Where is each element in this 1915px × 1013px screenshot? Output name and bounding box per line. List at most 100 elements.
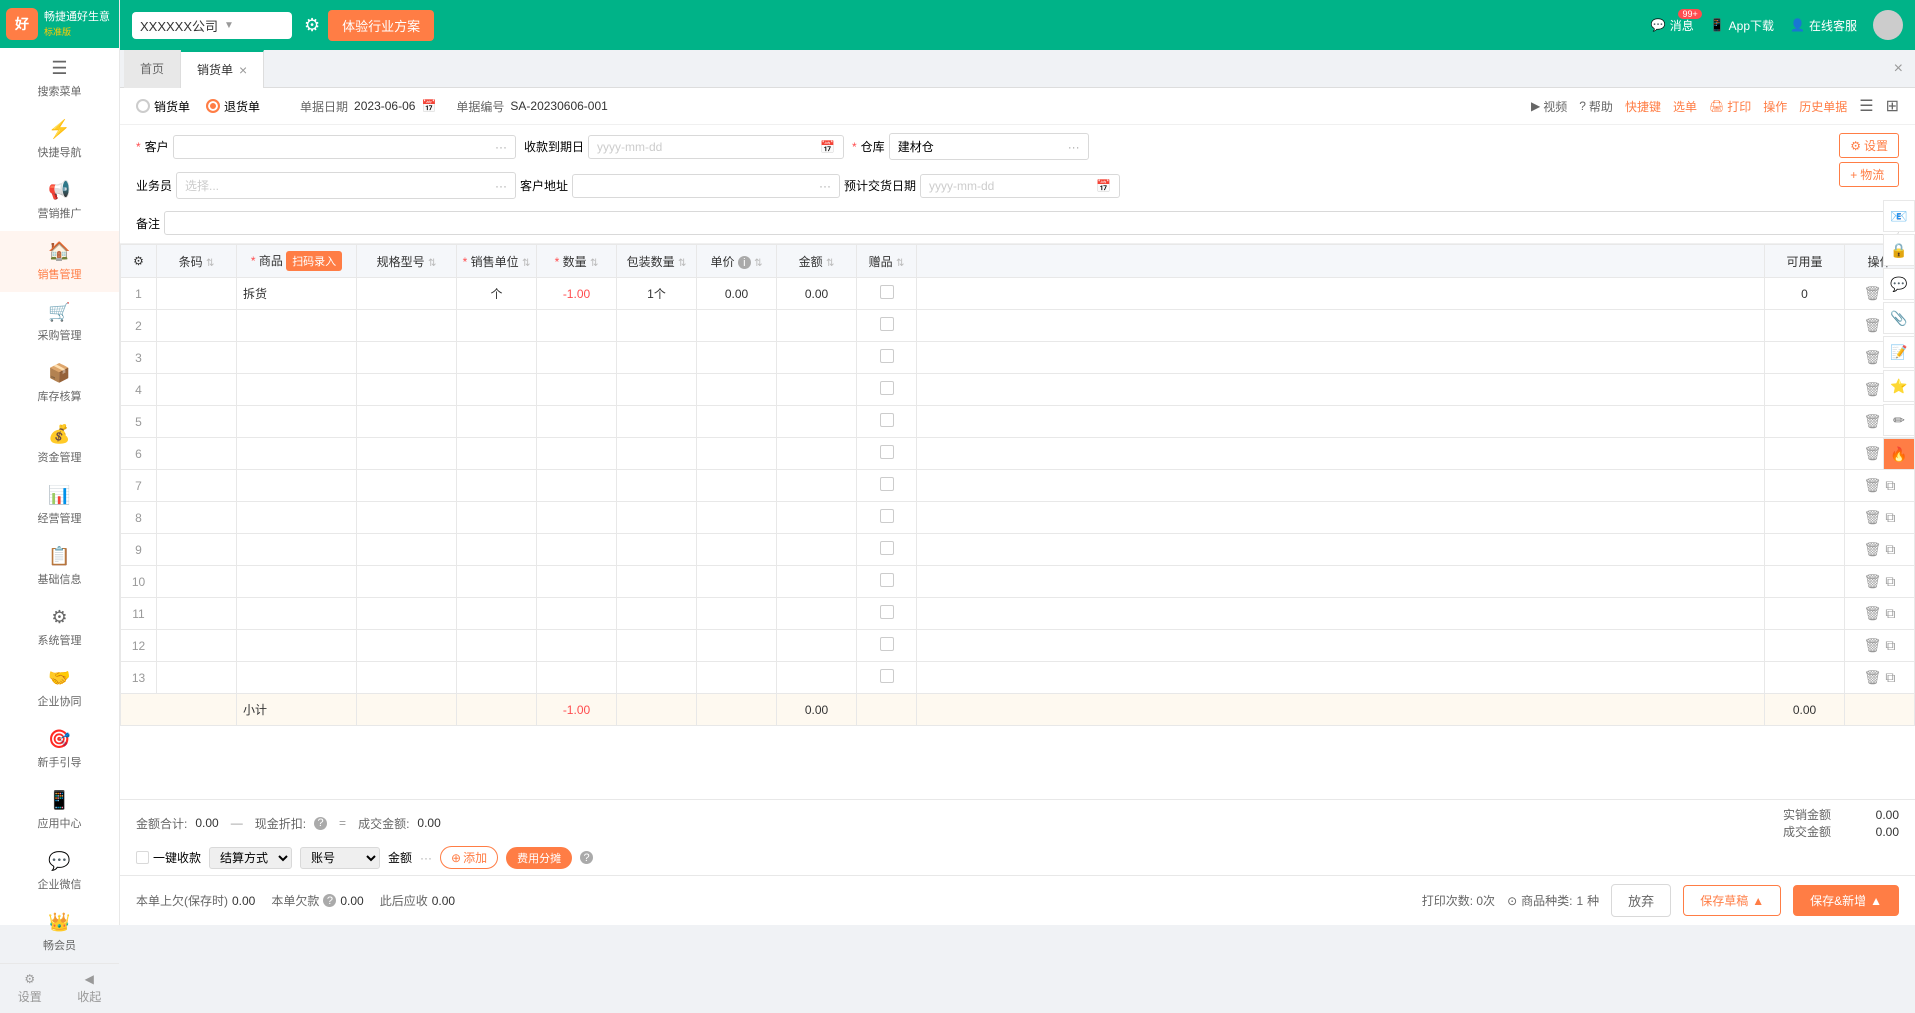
add-payment-button[interactable]: ⊕ 添加 (440, 846, 498, 869)
one-click-payment-checkbox[interactable]: 一键收款 (136, 849, 201, 866)
company-selector[interactable]: XXXXXX公司 ▼ (132, 12, 292, 39)
th-product[interactable]: * 商品 扫码录入 (237, 245, 357, 278)
sidebar-item-basic-info[interactable]: 📋 基础信息 (0, 536, 119, 597)
sidebar-item-sales[interactable]: 🏠 销售管理 (0, 231, 119, 292)
cell-product-1[interactable]: 拆货 (237, 278, 357, 310)
date-calendar-icon[interactable]: 📅 (421, 99, 436, 113)
delete-icon-9[interactable]: 🗑 (1864, 541, 1882, 558)
sidebar-item-business[interactable]: 📊 经营管理 (0, 475, 119, 536)
action-shortcut[interactable]: 快捷键 (1625, 98, 1661, 115)
float-attachment-btn[interactable]: 📎 (1883, 302, 1915, 334)
user-avatar[interactable] (1873, 10, 1903, 40)
th-gift[interactable]: 赠品 ⇅ (857, 245, 917, 278)
delete-icon-8[interactable]: 🗑 (1864, 509, 1882, 526)
radio-return-order[interactable]: 退货单 (206, 98, 260, 115)
scan-btn[interactable]: 扫码录入 (286, 251, 342, 271)
warehouse-input[interactable]: 建材仓 ··· (889, 133, 1089, 160)
delete-icon-12[interactable]: 🗑 (1864, 637, 1882, 654)
delete-icon-7[interactable]: 🗑 (1864, 477, 1882, 494)
view-toggle-list[interactable]: ☰ (1859, 96, 1873, 116)
cell-unit-1[interactable]: 个 (457, 278, 537, 310)
tab-close-icon[interactable]: × (239, 62, 247, 78)
sidebar-item-member[interactable]: 👑 畅会员 (0, 902, 119, 963)
float-hot-btn[interactable]: 🔥 (1883, 438, 1915, 470)
delete-icon-1[interactable]: 🗑 (1864, 285, 1882, 302)
expense-allocation-button[interactable]: 费用分摊 (506, 847, 572, 869)
th-qty[interactable]: * 数量 ⇅ (537, 245, 617, 278)
cell-pkgqty-1[interactable]: 1个 (617, 278, 697, 310)
payment-dots[interactable]: ··· (420, 851, 432, 865)
header-settings-icon[interactable]: ⚙ (304, 15, 320, 36)
th-unit[interactable]: * 销售单位 ⇅ (457, 245, 537, 278)
delete-icon-5[interactable]: 🗑 (1864, 413, 1882, 430)
customer-dots-icon[interactable]: ··· (495, 140, 507, 154)
float-note-btn[interactable]: 📝 (1883, 336, 1915, 368)
copy-icon-12[interactable]: ⧉ (1885, 637, 1895, 654)
delete-icon-6[interactable]: 🗑 (1864, 445, 1882, 462)
action-help[interactable]: ? 帮助 (1579, 98, 1613, 115)
sidebar-item-app-center[interactable]: 📱 应用中心 (0, 780, 119, 841)
sidebar-item-guide[interactable]: 🎯 新手引导 (0, 719, 119, 780)
online-service-btn[interactable]: 👤 在线客服 (1790, 17, 1857, 34)
close-all-tabs-icon[interactable]: × (1886, 60, 1911, 78)
float-star-btn[interactable]: ⭐ (1883, 370, 1915, 402)
sidebar-item-inventory[interactable]: 📦 库存核算 (0, 353, 119, 414)
discard-button[interactable]: 放弃 (1611, 884, 1671, 917)
salesperson-dots-icon[interactable]: ··· (495, 179, 507, 193)
cell-amount-1[interactable]: 0.00 (777, 278, 857, 310)
cell-price-1[interactable]: 0.00 (697, 278, 777, 310)
th-barcode[interactable]: 条码 ⇅ (157, 245, 237, 278)
customer-address-input[interactable]: ··· (572, 174, 840, 198)
delete-icon-3[interactable]: 🗑 (1864, 349, 1882, 366)
sidebar-item-system[interactable]: ⚙ 系统管理 (0, 597, 119, 658)
copy-icon-9[interactable]: ⧉ (1885, 541, 1895, 558)
action-operation[interactable]: 操作 (1763, 98, 1787, 115)
th-spec[interactable]: 规格型号 ⇅ (357, 245, 457, 278)
save-new-button[interactable]: 保存&新增 ▲ (1793, 885, 1899, 916)
address-dots-icon[interactable]: ··· (819, 179, 831, 193)
delete-icon-10[interactable]: 🗑 (1864, 573, 1882, 590)
sidebar-item-marketing[interactable]: 📢 营销推广 (0, 170, 119, 231)
float-edit-btn[interactable]: ✏ (1883, 404, 1915, 436)
warehouse-dots-icon[interactable]: ··· (1068, 140, 1080, 154)
copy-icon-7[interactable]: ⧉ (1885, 477, 1895, 494)
sidebar-item-finance[interactable]: 💰 资金管理 (0, 414, 119, 475)
logistics-button[interactable]: + 物流 (1839, 162, 1899, 187)
radio-sales-order[interactable]: 销货单 (136, 98, 190, 115)
sidebar-settings-btn[interactable]: ⚙ 设置 (18, 972, 42, 1005)
delete-icon-4[interactable]: 🗑 (1864, 381, 1882, 398)
payment-account-select[interactable]: 账号 (300, 847, 380, 869)
sidebar-item-search-order[interactable]: ☰ 搜索菜单 (0, 48, 119, 109)
action-history[interactable]: 历史单据 (1799, 98, 1847, 115)
delete-icon-11[interactable]: 🗑 (1864, 605, 1882, 622)
float-comment-btn[interactable]: 💬 (1883, 268, 1915, 300)
float-lock-btn[interactable]: 🔒 (1883, 234, 1915, 266)
cell-barcode-1[interactable] (157, 278, 237, 310)
save-draft-button[interactable]: 保存草稿 ▲ (1683, 885, 1781, 916)
sidebar-item-enterprise-wx[interactable]: 💬 企业微信 (0, 841, 119, 902)
messages-btn[interactable]: 💬 消息 99+ (1651, 17, 1694, 34)
sidebar-item-enterprise[interactable]: 🤝 企业协同 (0, 658, 119, 719)
view-toggle-grid[interactable]: ⊞ (1886, 96, 1899, 116)
delete-icon-13[interactable]: 🗑 (1864, 669, 1882, 686)
customer-input[interactable]: ··· (173, 135, 516, 159)
tab-home[interactable]: 首页 (124, 50, 181, 88)
receivable-date-input[interactable]: yyyy-mm-dd 📅 (588, 135, 844, 159)
remark-input[interactable] (164, 211, 1899, 235)
cell-gift-1[interactable] (857, 278, 917, 310)
action-video[interactable]: ▶ 视频 (1531, 98, 1567, 115)
th-available[interactable]: 可用量 (1765, 245, 1845, 278)
cell-qty-1[interactable]: -1.00 (537, 278, 617, 310)
copy-icon-11[interactable]: ⧉ (1885, 605, 1895, 622)
copy-icon-8[interactable]: ⧉ (1885, 509, 1895, 526)
experience-button[interactable]: 体验行业方案 (328, 10, 434, 41)
sidebar-item-purchase[interactable]: 🛒 采购管理 (0, 292, 119, 353)
delete-icon-2[interactable]: 🗑 (1864, 317, 1882, 334)
float-messages-btn[interactable]: 📧 (1883, 200, 1915, 232)
expected-delivery-input[interactable]: yyyy-mm-dd 📅 (920, 174, 1120, 198)
grid-table-wrap[interactable]: ⚙ 条码 ⇅ * 商品 扫码录入 规格型号 (120, 244, 1915, 799)
salesperson-input[interactable]: 选择... ··· (176, 172, 516, 199)
sidebar-collapse-btn[interactable]: ◀ 收起 (77, 972, 101, 1005)
delivery-calendar-icon[interactable]: 📅 (1096, 179, 1111, 193)
payment-method-select[interactable]: 结算方式 (209, 847, 292, 869)
